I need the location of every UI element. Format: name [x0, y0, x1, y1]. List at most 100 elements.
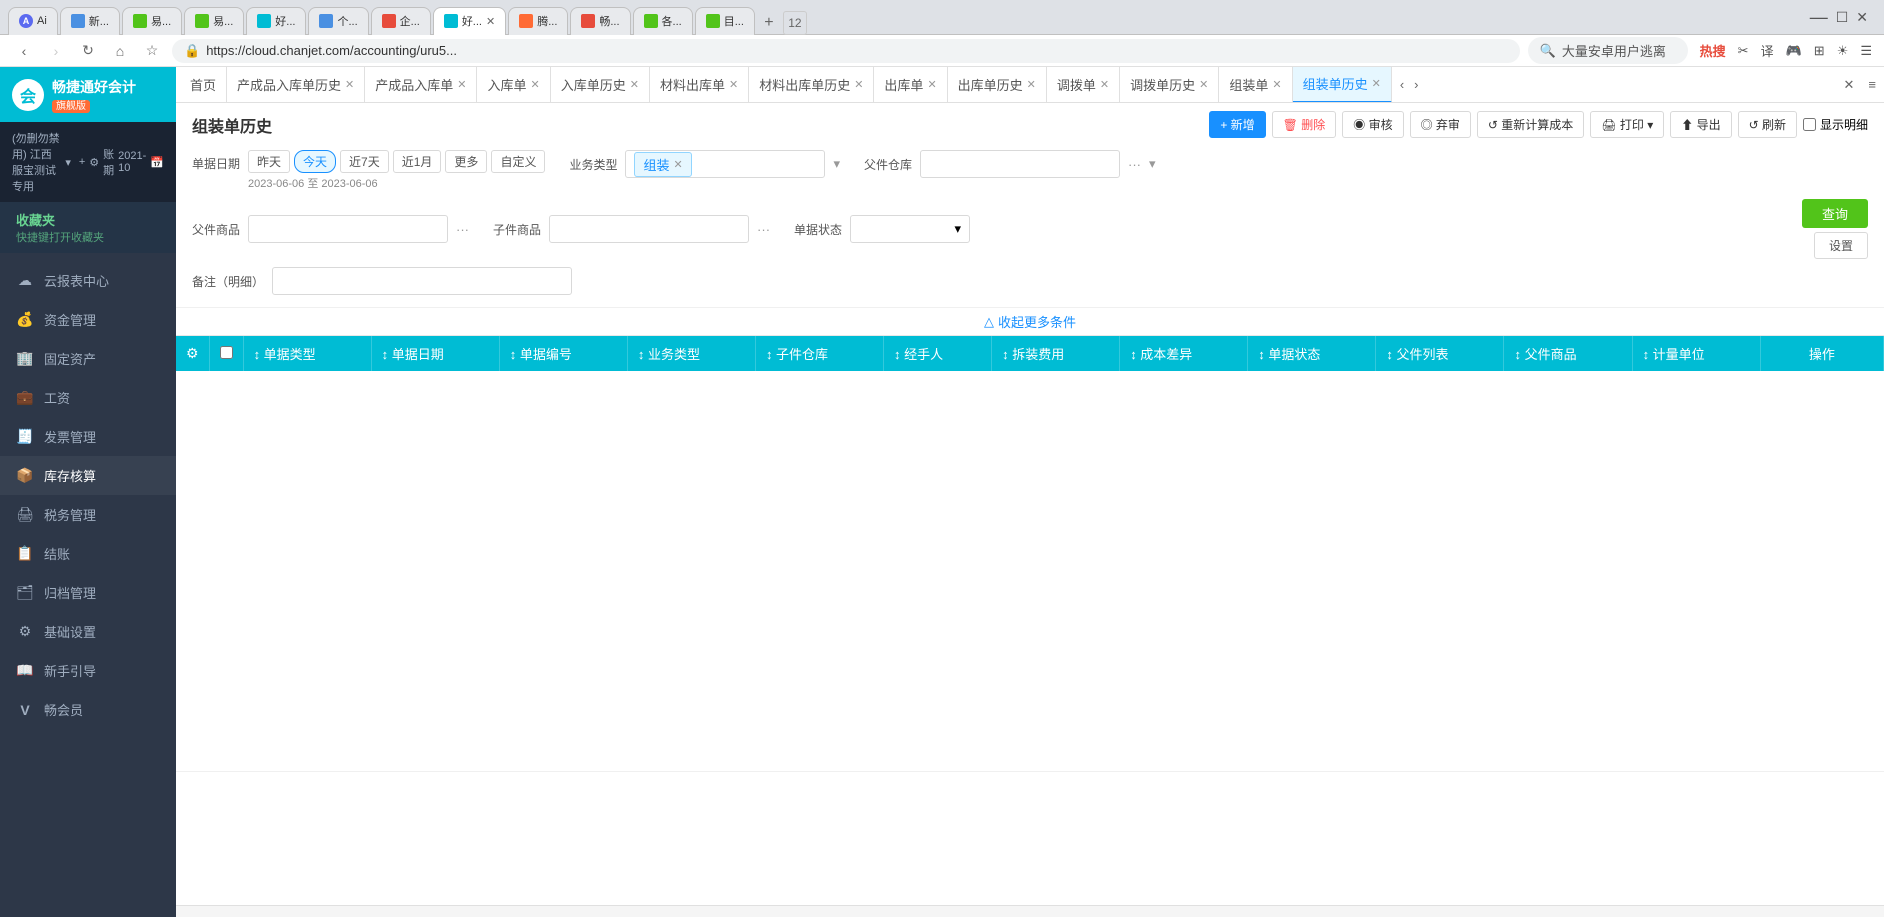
calendar-icon[interactable]: 📅	[150, 156, 164, 169]
parent-warehouse-more[interactable]: ···	[1128, 157, 1141, 172]
sidebar-item-tax[interactable]: 🖨 税务管理	[0, 495, 176, 534]
remark-input[interactable]	[272, 267, 572, 295]
page-tab-finish-in[interactable]: 产成品入库单 ✕	[365, 67, 477, 103]
browser-tab-6[interactable]: 企...	[371, 7, 431, 35]
browser-tab-9[interactable]: 畅...	[570, 7, 630, 35]
page-tab-material-out[interactable]: 材料出库单 ✕	[650, 67, 749, 103]
col-cost-diff-header[interactable]: ↕ 成本差异	[1120, 336, 1248, 371]
page-tab-out-history[interactable]: 出库单历史 ✕	[948, 67, 1047, 103]
col-parent-goods-header[interactable]: ↕ 父件商品	[1504, 336, 1632, 371]
page-tab-material-out-history[interactable]: 材料出库单历史 ✕	[749, 67, 874, 103]
print-top-btn[interactable]: 🖨 打印 ▾	[1590, 111, 1664, 138]
sidebar-item-guide[interactable]: 📖 新手引导	[0, 651, 176, 690]
col-settings-header[interactable]: ⚙	[176, 336, 209, 371]
browser-tab-4[interactable]: 好...	[246, 7, 306, 35]
settings-query-btn[interactable]: 设置	[1814, 232, 1868, 259]
query-btn[interactable]: 查询	[1802, 199, 1868, 228]
col-unit-header[interactable]: ↕ 计量单位	[1632, 336, 1760, 371]
close-tab-material-out[interactable]: ✕	[729, 78, 738, 91]
browser-tab-10[interactable]: 各...	[633, 7, 693, 35]
page-tab-assembly[interactable]: 组装单 ✕	[1219, 67, 1292, 103]
browser-tab-2[interactable]: 易...	[122, 7, 182, 35]
recalculate-top-btn[interactable]: ↺ 重新计算成本	[1477, 111, 1584, 138]
company-settings-icon[interactable]: ⚙	[89, 156, 99, 169]
home-btn[interactable]: ⌂	[108, 39, 132, 63]
bill-status-select[interactable]: ▾	[850, 215, 970, 243]
tab-left-arrow[interactable]: ‹	[1396, 77, 1408, 92]
parent-warehouse-input[interactable]	[920, 150, 1120, 178]
date-1month-btn[interactable]: 近1月	[393, 150, 442, 173]
page-tab-in-history[interactable]: 入库单历史 ✕	[551, 67, 650, 103]
select-all-checkbox[interactable]	[220, 346, 233, 359]
company-selector[interactable]: (勿删勿禁用) 江西服宝测试专用 ▾ + ⚙ 账期 2021-10 📅	[0, 122, 176, 202]
sidebar-item-member[interactable]: V 畅会员	[0, 690, 176, 729]
sidebar-item-fixed-assets[interactable]: 🏢 固定资产	[0, 339, 176, 378]
col-bill-type-header[interactable]: ↕ 单据类型	[243, 336, 371, 371]
show-detail-check-top[interactable]	[1803, 118, 1816, 131]
date-today-btn[interactable]: 今天	[294, 150, 336, 173]
new-top-btn[interactable]: + 新增	[1209, 111, 1265, 138]
browser-tab-8[interactable]: 腾...	[508, 7, 568, 35]
browser-search[interactable]: 🔍 大量安卓用户逃离	[1528, 37, 1688, 64]
export-top-btn[interactable]: ⬆ 导出	[1670, 111, 1731, 138]
new-tab-btn[interactable]: +	[757, 11, 781, 35]
parent-warehouse-dropdown[interactable]: ▾	[1149, 156, 1156, 172]
sidebar-item-closing[interactable]: 📋 结账	[0, 534, 176, 573]
close-tab-in-bill[interactable]: ✕	[531, 78, 540, 91]
close-tab-assembly-history[interactable]: ✕	[1372, 77, 1381, 90]
menu-icon[interactable]: ☰	[1860, 43, 1872, 59]
close-tab-finish-in-history[interactable]: ✕	[345, 78, 354, 91]
sidebar-item-cloud-reports[interactable]: ☁ 云报表中心	[0, 261, 176, 300]
browser-tab-3[interactable]: 易...	[184, 7, 244, 35]
maximize-btn[interactable]: ☐	[1836, 9, 1849, 26]
browser-tab-11[interactable]: 目...	[695, 7, 755, 35]
col-handler-header[interactable]: ↕ 经手人	[884, 336, 992, 371]
tab-menu[interactable]: ≡	[1864, 77, 1880, 92]
add-company-icon[interactable]: +	[79, 156, 85, 168]
sidebar-item-finance[interactable]: 💰 资金管理	[0, 300, 176, 339]
sidebar-item-archive[interactable]: 🗂 归档管理	[0, 573, 176, 612]
page-tab-finish-in-history[interactable]: 产成品入库单历史 ✕	[227, 67, 365, 103]
sidebar-item-settings[interactable]: ⚙ 基础设置	[0, 612, 176, 651]
business-type-input-area[interactable]: 组装 ✕	[625, 150, 825, 178]
col-checkbox-header[interactable]	[209, 336, 243, 371]
browser-tab-5[interactable]: 个...	[308, 7, 368, 35]
date-7days-btn[interactable]: 近7天	[340, 150, 389, 173]
close-tab-in-history[interactable]: ✕	[630, 78, 639, 91]
col-disassemble-cost-header[interactable]: ↕ 拆装费用	[992, 336, 1120, 371]
page-tab-home[interactable]: 首页	[180, 67, 227, 103]
close-btn[interactable]: ✕	[1856, 9, 1868, 26]
minimize-btn[interactable]: —	[1810, 7, 1828, 28]
tab-close-all[interactable]: ✕	[1838, 77, 1861, 93]
star-btn[interactable]: ☆	[140, 39, 164, 63]
close-tab-assembly[interactable]: ✕	[1272, 78, 1281, 91]
child-goods-more[interactable]: ···	[757, 222, 770, 237]
date-custom-btn[interactable]: 自定义	[491, 150, 545, 173]
business-type-dropdown-icon[interactable]: ▾	[833, 156, 840, 172]
sidebar-item-salary[interactable]: 💼 工资	[0, 378, 176, 417]
parent-goods-input[interactable]	[248, 215, 448, 243]
date-yesterday-btn[interactable]: 昨天	[248, 150, 290, 173]
delete-top-btn[interactable]: 🗑 删除	[1272, 111, 1337, 138]
col-parent-list-header[interactable]: ↕ 父件列表	[1376, 336, 1504, 371]
url-bar[interactable]: 🔒 https://cloud.chanjet.com/accounting/u…	[172, 39, 1520, 63]
col-bill-no-header[interactable]: ↕ 单据编号	[499, 336, 627, 371]
browser-tab-0[interactable]: A Ai	[8, 7, 58, 35]
col-bill-status-header[interactable]: ↕ 单据状态	[1248, 336, 1376, 371]
horizontal-scrollbar[interactable]	[176, 905, 1884, 917]
date-more-btn[interactable]: 更多	[445, 150, 487, 173]
parent-goods-more[interactable]: ···	[456, 222, 469, 237]
sidebar-item-invoice[interactable]: 🧾 发票管理	[0, 417, 176, 456]
page-tab-in-bill[interactable]: 入库单 ✕	[477, 67, 550, 103]
show-detail-label-top[interactable]: 显示明细	[1803, 116, 1868, 133]
col-business-type-header[interactable]: ↕ 业务类型	[627, 336, 755, 371]
audit-top-btn[interactable]: ◉ 审核	[1342, 111, 1403, 138]
business-type-tag-close[interactable]: ✕	[673, 158, 682, 171]
page-tab-out-bill[interactable]: 出库单 ✕	[874, 67, 947, 103]
refresh-top-btn[interactable]: ↺ 刷新	[1738, 111, 1797, 138]
refresh-btn[interactable]: ↻	[76, 39, 100, 63]
close-tab-finish-in[interactable]: ✕	[457, 78, 466, 91]
sidebar-item-inventory[interactable]: 📦 库存核算	[0, 456, 176, 495]
close-tab-material-out-history[interactable]: ✕	[854, 78, 863, 91]
close-tab-transfer-history[interactable]: ✕	[1199, 78, 1208, 91]
